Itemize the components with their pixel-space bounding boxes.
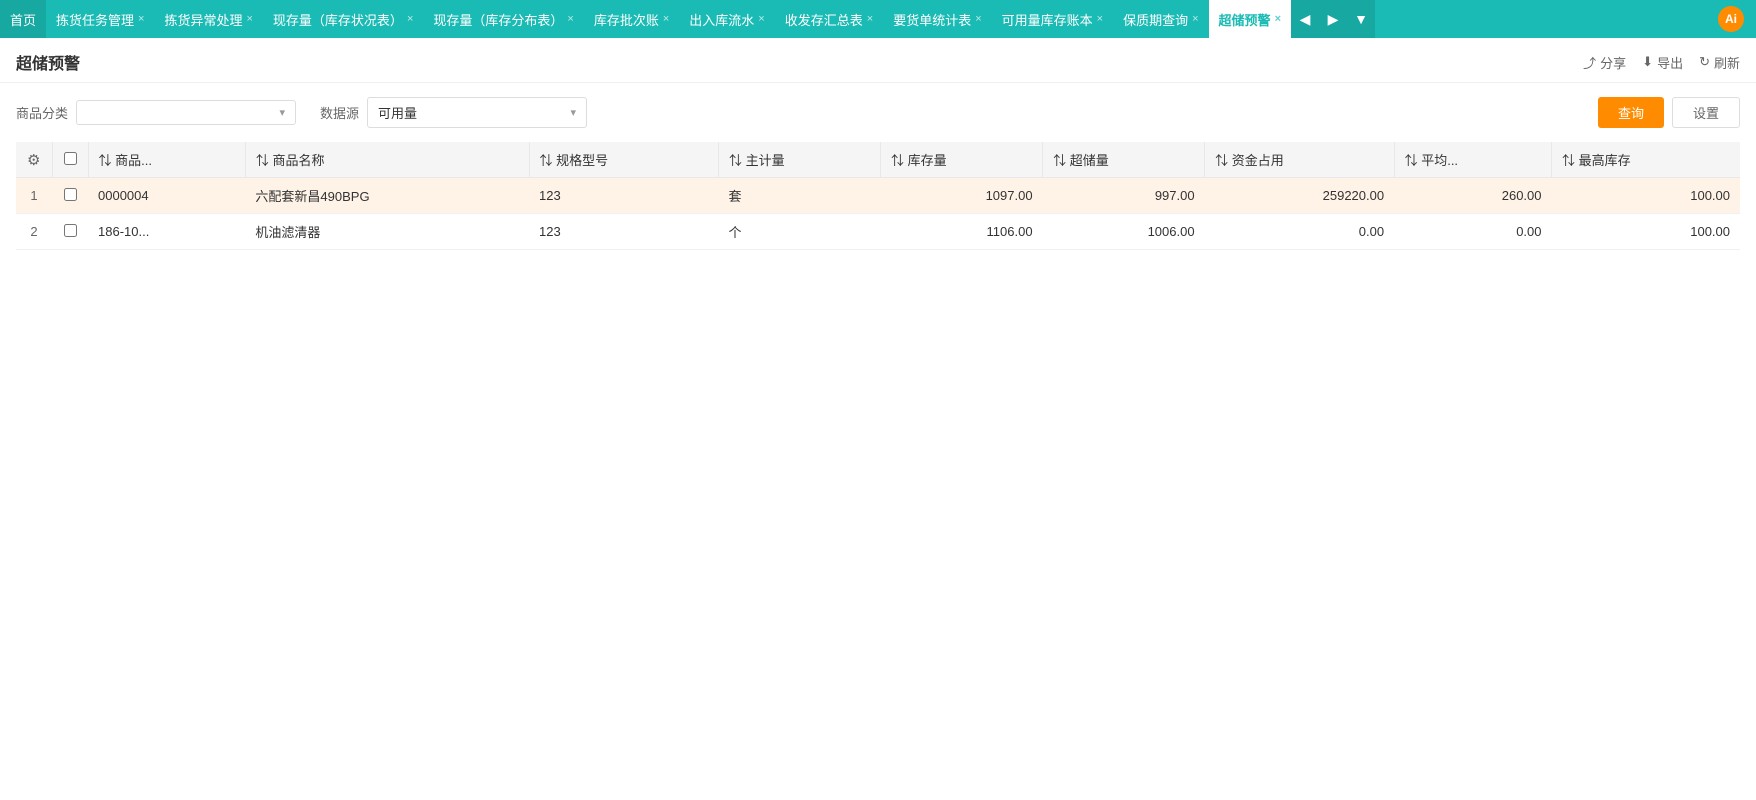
col-over-qty[interactable]: ⇅ 超储量 <box>1043 142 1205 178</box>
col-unit[interactable]: ⇅ 主计量 <box>719 142 881 178</box>
export-icon: ⬇ <box>1642 54 1653 70</box>
cell-stock-qty: 1097.00 <box>881 178 1043 214</box>
close-icon[interactable]: × <box>663 13 669 25</box>
close-icon[interactable]: × <box>975 13 981 25</box>
close-icon[interactable]: × <box>1097 13 1103 25</box>
header-actions: ⤴ 分享 ⬇ 导出 ↻ 刷新 <box>1583 53 1740 72</box>
cell-product-code: 0000004 <box>88 178 245 214</box>
table-row: 2 186-10... 机油滤清器 123 个 1106.00 1006.00 … <box>16 214 1740 250</box>
cell-avg: 260.00 <box>1394 178 1551 214</box>
table-container: ⚙ ⇅ 商品... ⇅ 商品名称 ⇅ 规格型号 ⇅ 主计量 ⇅ <box>0 142 1756 250</box>
chevron-down-icon: ▾ <box>279 106 285 119</box>
cell-capital: 259220.00 <box>1205 178 1395 214</box>
settings-button[interactable]: 设置 <box>1672 97 1740 128</box>
cell-spec: 123 <box>529 214 719 250</box>
col-capital[interactable]: ⇅ 资金占用 <box>1205 142 1395 178</box>
chevron-down-icon: ▾ <box>571 106 577 119</box>
nav-tab-9[interactable]: 可用量库存账本 × <box>992 0 1113 38</box>
close-icon[interactable]: × <box>407 13 413 25</box>
cell-spec: 123 <box>529 178 719 214</box>
query-button[interactable]: 查询 <box>1598 97 1664 128</box>
col-stock-qty[interactable]: ⇅ 库存量 <box>881 142 1043 178</box>
cell-over-qty: 997.00 <box>1043 178 1205 214</box>
page-title: 超储预警 <box>16 50 80 74</box>
cell-product-name: 机油滤清器 <box>245 214 529 250</box>
product-category-select[interactable]: ▾ <box>76 100 296 125</box>
col-product-name[interactable]: ⇅ 商品名称 <box>245 142 529 178</box>
cell-avg: 0.00 <box>1394 214 1551 250</box>
row-checkbox[interactable] <box>64 224 77 237</box>
data-table: ⚙ ⇅ 商品... ⇅ 商品名称 ⇅ 规格型号 ⇅ 主计量 ⇅ <box>16 142 1740 250</box>
nav-tab-3[interactable]: 现存量（库存状况表） × <box>263 0 423 38</box>
cell-max-stock: 100.00 <box>1552 214 1741 250</box>
share-button[interactable]: ⤴ 分享 <box>1583 53 1626 72</box>
refresh-button[interactable]: ↻ 刷新 <box>1699 53 1740 72</box>
nav-next-button[interactable]: ▶ <box>1319 0 1347 38</box>
cell-stock-qty: 1106.00 <box>881 214 1043 250</box>
col-product-code[interactable]: ⇅ 商品... <box>88 142 245 178</box>
column-settings-icon[interactable]: ⚙ <box>27 152 40 169</box>
nav-tab-home[interactable]: 首页 <box>0 0 46 38</box>
refresh-icon: ↻ <box>1699 54 1710 70</box>
top-nav: 首页 拣货任务管理 × 拣货异常处理 × 现存量（库存状况表） × 现存量（库存… <box>0 0 1756 38</box>
select-all-checkbox[interactable] <box>64 152 77 165</box>
avatar[interactable]: Ai <box>1718 6 1744 32</box>
cell-unit: 套 <box>719 178 881 214</box>
data-source-label: 数据源 <box>320 103 359 122</box>
close-icon[interactable]: × <box>1275 13 1281 25</box>
cell-product-code: 186-10... <box>88 214 245 250</box>
nav-tab-7[interactable]: 收发存汇总表 × <box>775 0 883 38</box>
nav-tab-active[interactable]: 超储预警 × <box>1209 0 1291 38</box>
product-category-filter: 商品分类 ▾ <box>16 100 296 125</box>
row-checkbox[interactable] <box>64 188 77 201</box>
page-header: 超储预警 ⤴ 分享 ⬇ 导出 ↻ 刷新 <box>0 38 1756 83</box>
product-category-label: 商品分类 <box>16 103 68 122</box>
cell-product-name: 六配套新昌490BPG <box>245 178 529 214</box>
share-icon: ⤴ <box>1583 53 1596 72</box>
nav-menu-button[interactable]: ▼ <box>1347 0 1375 38</box>
nav-tab-4[interactable]: 现存量（库存分布表） × <box>423 0 583 38</box>
data-source-filter: 数据源 可用量 ▾ <box>320 97 587 128</box>
data-source-select[interactable]: 可用量 ▾ <box>367 97 587 128</box>
cell-unit: 个 <box>719 214 881 250</box>
data-source-value: 可用量 <box>378 103 417 122</box>
row-number: 2 <box>16 214 52 250</box>
col-avg[interactable]: ⇅ 平均... <box>1394 142 1551 178</box>
close-icon[interactable]: × <box>1192 13 1198 25</box>
nav-tab-2[interactable]: 拣货异常处理 × <box>154 0 262 38</box>
close-icon[interactable]: × <box>246 13 252 25</box>
row-number: 1 <box>16 178 52 214</box>
col-spec[interactable]: ⇅ 规格型号 <box>529 142 719 178</box>
nav-tab-10[interactable]: 保质期查询 × <box>1113 0 1208 38</box>
nav-tab-1[interactable]: 拣货任务管理 × <box>46 0 154 38</box>
table-row: 1 0000004 六配套新昌490BPG 123 套 1097.00 997.… <box>16 178 1740 214</box>
nav-prev-button[interactable]: ◀ <box>1291 0 1319 38</box>
close-icon[interactable]: × <box>758 13 764 25</box>
top-right-area: Ai <box>1706 0 1756 38</box>
nav-tab-6[interactable]: 出入库流水 × <box>679 0 774 38</box>
nav-tab-8[interactable]: 要货单统计表 × <box>883 0 991 38</box>
cell-over-qty: 1006.00 <box>1043 214 1205 250</box>
close-icon[interactable]: × <box>867 13 873 25</box>
close-icon[interactable]: × <box>567 13 573 25</box>
cell-max-stock: 100.00 <box>1552 178 1741 214</box>
close-icon[interactable]: × <box>138 13 144 25</box>
cell-capital: 0.00 <box>1205 214 1395 250</box>
action-buttons: 查询 设置 <box>1598 97 1740 128</box>
export-button[interactable]: ⬇ 导出 <box>1642 53 1683 72</box>
nav-tab-5[interactable]: 库存批次账 × <box>584 0 679 38</box>
col-max-stock[interactable]: ⇅ 最高库存 <box>1552 142 1741 178</box>
